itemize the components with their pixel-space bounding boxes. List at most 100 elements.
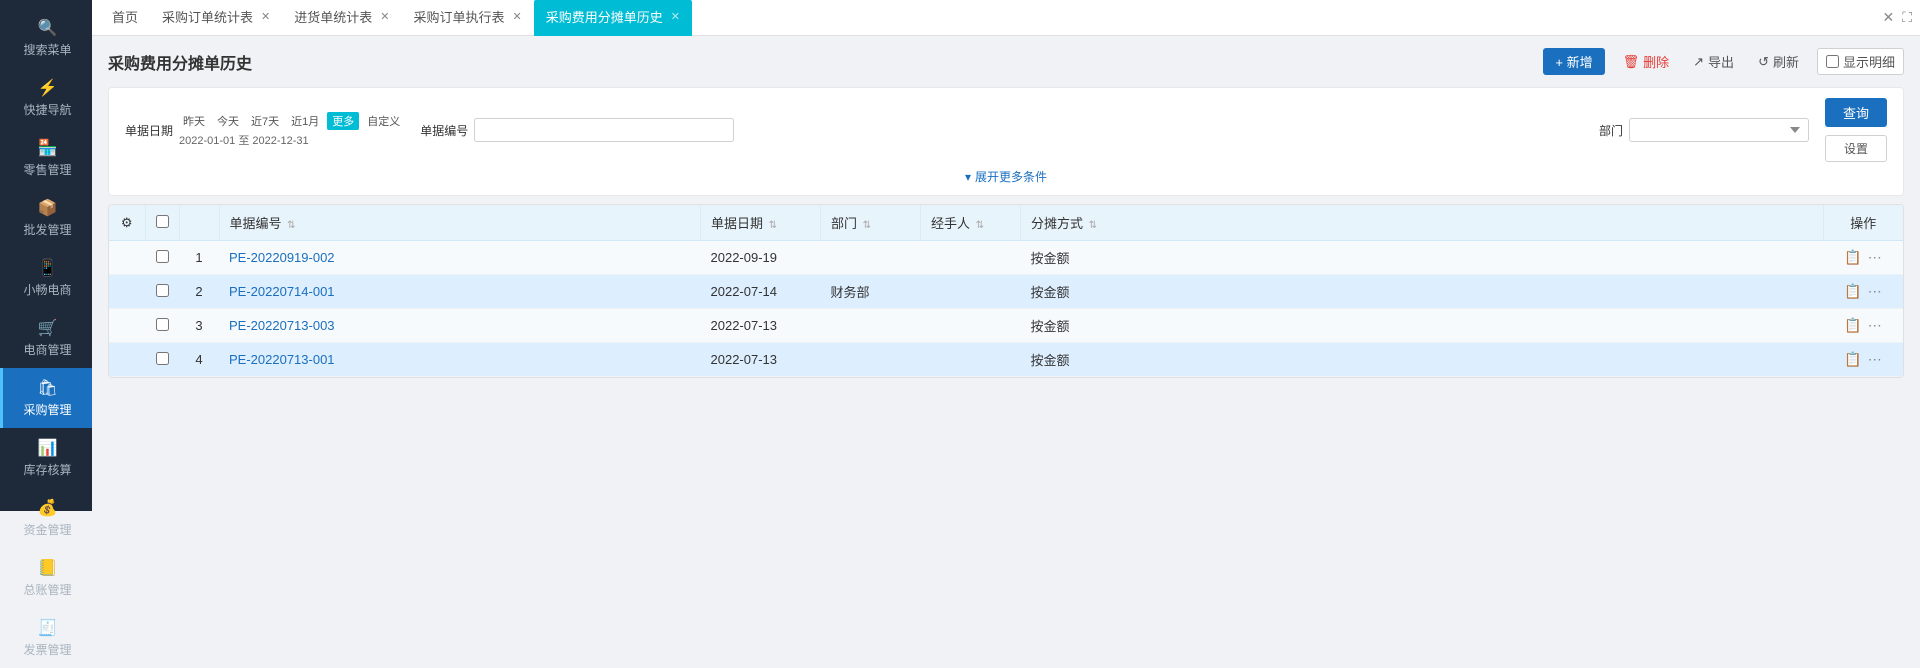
- refresh-icon: ↺: [1758, 54, 1769, 70]
- col-dept-header: 部门 ⇅: [821, 205, 921, 241]
- close-all-icon[interactable]: ✕: [1882, 9, 1894, 26]
- edit-icon[interactable]: 📋: [1844, 249, 1861, 266]
- sidebar-item-ledger[interactable]: 📒 总账管理: [0, 548, 92, 608]
- dept-sort-icon[interactable]: ⇅: [863, 220, 871, 231]
- handler-sort-icon[interactable]: ⇅: [976, 220, 984, 231]
- more-icon[interactable]: ⋯: [1868, 249, 1882, 266]
- export-button[interactable]: ↗ 导出: [1687, 48, 1740, 75]
- date-tag-more[interactable]: 更多: [327, 112, 359, 130]
- invoice-icon: 🧾: [7, 618, 88, 638]
- page-content: 采购费用分摊单历史 + 新增 🗑 删除 ↗ 导出 ↺ 刷新 显示明细: [92, 36, 1920, 511]
- display-detail-button[interactable]: 显示明细: [1817, 48, 1904, 75]
- search-row: 单据日期 昨天 今天 近7天 近1月 更多 自定义 2022-01-01 至 2…: [125, 98, 1887, 162]
- sidebar-item-inventory[interactable]: 📊 库存核算: [0, 428, 92, 488]
- sidebar-item-wholesale[interactable]: 📦 批发管理: [0, 188, 92, 248]
- row-checkbox[interactable]: [156, 352, 169, 365]
- sidebar-item-search[interactable]: 🔍 搜索菜单: [0, 8, 92, 68]
- tab-purchase-receipt-stats[interactable]: 进货单统计表 ✕: [282, 0, 401, 36]
- docno-input[interactable]: [474, 118, 734, 142]
- row-date: 2022-07-14: [701, 275, 821, 309]
- add-button[interactable]: + 新增: [1543, 48, 1604, 75]
- data-table: ⚙ 单据编号 ⇅ 单据日期 ⇅ 部门 ⇅: [108, 204, 1904, 378]
- row-checkbox-cell: [145, 343, 179, 377]
- inventory-icon: 📊: [7, 438, 88, 458]
- sidebar-item-mini[interactable]: 📱 小畅电商: [0, 248, 92, 308]
- row-docno[interactable]: PE-20220713-003: [219, 309, 701, 343]
- col-checkbox: [145, 205, 179, 241]
- row-dept: [821, 309, 921, 343]
- shortcut-icon: ⚡: [7, 78, 88, 98]
- col-settings[interactable]: ⚙: [109, 205, 145, 241]
- tab-purchase-cost-history[interactable]: 采购费用分摊单历史 ✕: [534, 0, 692, 36]
- query-button[interactable]: 查询: [1825, 98, 1887, 127]
- sidebar-item-ecom[interactable]: 🛒 电商管理: [0, 308, 92, 368]
- maximize-icon[interactable]: ⛶: [1902, 9, 1912, 26]
- tab-close-purchase-cost-history[interactable]: ✕: [671, 10, 680, 23]
- col-no: [179, 205, 219, 241]
- display-detail-checkbox[interactable]: [1826, 55, 1839, 68]
- date-range-value: 2022-01-01 至 2022-12-31: [179, 132, 404, 148]
- row-checkbox[interactable]: [156, 284, 169, 297]
- row-checkbox-cell: [145, 275, 179, 309]
- search-icon: 🔍: [7, 18, 88, 38]
- row-handler: [921, 241, 1021, 275]
- tab-close-purchase-order-stats[interactable]: ✕: [261, 10, 270, 23]
- date-sort-icon[interactable]: ⇅: [769, 220, 777, 231]
- row-docno[interactable]: PE-20220919-002: [219, 241, 701, 275]
- date-tag-custom[interactable]: 自定义: [363, 112, 404, 130]
- row-action: 📋 ⋯: [1823, 275, 1903, 309]
- row-settings-cell: [109, 309, 145, 343]
- edit-icon[interactable]: 📋: [1844, 351, 1861, 368]
- dept-select[interactable]: [1629, 118, 1809, 142]
- more-icon[interactable]: ⋯: [1868, 283, 1882, 300]
- sidebar-item-finance[interactable]: 💰 资金管理: [0, 488, 92, 548]
- expand-button[interactable]: ▾ 展开更多条件: [965, 168, 1047, 185]
- tab-purchase-order-stats[interactable]: 采购订单统计表 ✕: [150, 0, 282, 36]
- date-tag-7days[interactable]: 近7天: [247, 112, 283, 130]
- sidebar-item-purchase[interactable]: 🛍 采购管理: [0, 368, 92, 428]
- method-sort-icon[interactable]: ⇅: [1089, 220, 1097, 231]
- row-no: 3: [179, 309, 219, 343]
- date-label: 单据日期: [125, 122, 173, 139]
- tab-home[interactable]: 首页: [100, 0, 150, 36]
- row-checkbox[interactable]: [156, 250, 169, 263]
- retail-icon: 🏪: [7, 138, 88, 158]
- row-docno[interactable]: PE-20220713-001: [219, 343, 701, 377]
- date-tag-1month[interactable]: 近1月: [287, 112, 323, 130]
- date-tag-yesterday[interactable]: 昨天: [179, 112, 209, 130]
- tab-actions: ✕ ⛶: [1882, 9, 1912, 26]
- mini-icon: 📱: [7, 258, 88, 278]
- edit-icon[interactable]: 📋: [1844, 283, 1861, 300]
- query-actions: 查询 设置: [1825, 98, 1887, 162]
- row-docno[interactable]: PE-20220714-001: [219, 275, 701, 309]
- tab-close-purchase-order-exec[interactable]: ✕: [513, 10, 522, 23]
- docno-sort-icon[interactable]: ⇅: [287, 220, 295, 231]
- col-action-header: 操作: [1823, 205, 1903, 241]
- sidebar-item-invoice[interactable]: 🧾 发票管理: [0, 608, 92, 668]
- date-tags: 昨天 今天 近7天 近1月 更多 自定义: [179, 112, 404, 130]
- date-tags-container: 昨天 今天 近7天 近1月 更多 自定义 2022-01-01 至 2022-1…: [179, 112, 404, 148]
- edit-icon[interactable]: 📋: [1844, 317, 1861, 334]
- tab-close-purchase-receipt-stats[interactable]: ✕: [380, 10, 389, 23]
- delete-button[interactable]: 🗑 删除: [1617, 48, 1676, 75]
- sidebar-item-shortcut[interactable]: ⚡ 快捷导航: [0, 68, 92, 128]
- dept-label: 部门: [1599, 122, 1623, 139]
- tab-bar: 首页 采购订单统计表 ✕ 进货单统计表 ✕ 采购订单执行表 ✕ 采购费用分摊单历…: [92, 0, 1920, 36]
- row-method: 按金额: [1021, 275, 1824, 309]
- tab-purchase-order-exec[interactable]: 采购订单执行表 ✕: [401, 0, 533, 36]
- select-all-checkbox[interactable]: [156, 215, 169, 228]
- row-checkbox[interactable]: [156, 318, 169, 331]
- sidebar-item-retail[interactable]: 🏪 零售管理: [0, 128, 92, 188]
- more-icon[interactable]: ⋯: [1868, 351, 1882, 368]
- settings-button[interactable]: 设置: [1825, 135, 1887, 162]
- more-icon[interactable]: ⋯: [1868, 317, 1882, 334]
- row-method: 按金额: [1021, 343, 1824, 377]
- refresh-button[interactable]: ↺ 刷新: [1752, 48, 1805, 75]
- date-tag-today[interactable]: 今天: [213, 112, 243, 130]
- table-row: 3 PE-20220713-003 2022-07-13 按金额 📋 ⋯: [109, 309, 1903, 343]
- row-dept: 财务部: [821, 275, 921, 309]
- row-checkbox-cell: [145, 241, 179, 275]
- delete-icon: 🗑: [1623, 54, 1640, 70]
- docno-label: 单据编号: [420, 122, 468, 139]
- row-no: 1: [179, 241, 219, 275]
